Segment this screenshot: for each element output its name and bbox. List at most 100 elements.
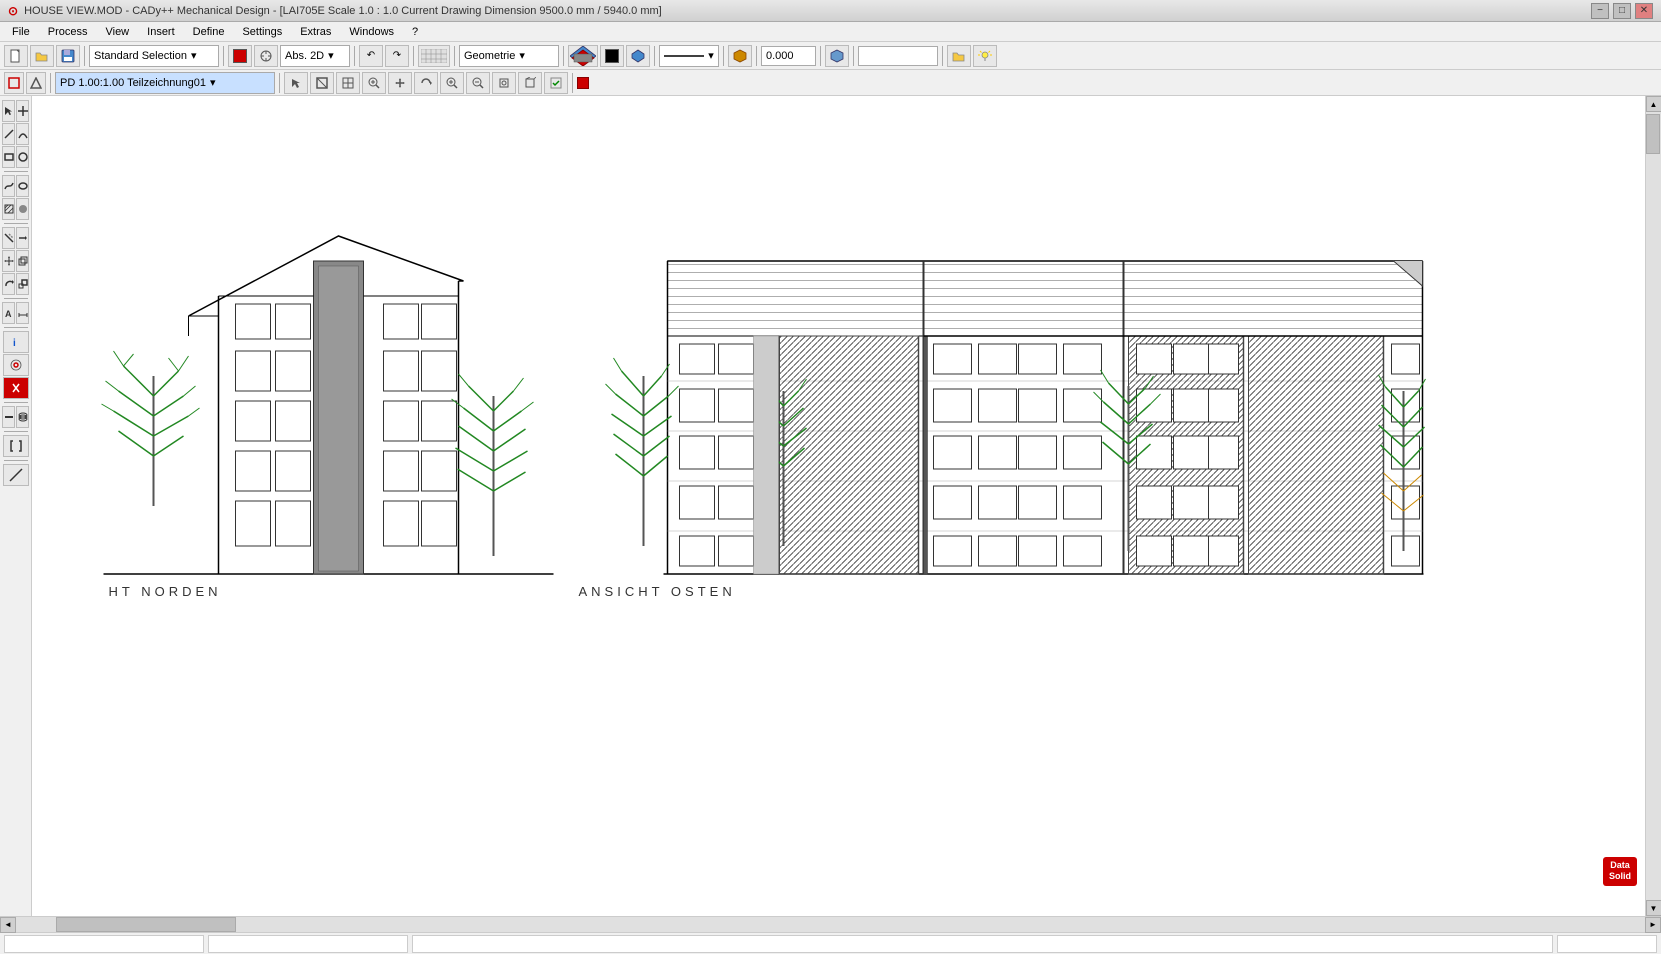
scroll-up-button[interactable]: ▲ — [1646, 96, 1661, 112]
right-scrollbar[interactable]: ▲ ▼ — [1645, 96, 1661, 916]
svg-text:A: A — [5, 309, 12, 318]
redo-button[interactable]: ↷ — [385, 45, 409, 67]
drawing-dropdown[interactable]: PD 1.00:1.00 Teilzeichnung01 ▾ — [55, 72, 275, 94]
cross-tool[interactable] — [336, 72, 360, 94]
menu-process[interactable]: Process — [40, 24, 96, 40]
select-cross-tool[interactable] — [16, 100, 29, 122]
bracket-tool[interactable] — [3, 435, 29, 457]
new-button[interactable] — [4, 45, 28, 67]
rotate-view[interactable] — [414, 72, 438, 94]
title-bar: ⊙ HOUSE VIEW.MOD - CADy++ Mechanical Des… — [0, 0, 1661, 22]
snap-button[interactable] — [254, 45, 278, 67]
3d-view-button[interactable] — [825, 45, 849, 67]
info-tool[interactable]: i — [3, 331, 29, 353]
snap-toggle[interactable] — [544, 72, 568, 94]
menu-extras[interactable]: Extras — [292, 24, 339, 40]
drawing-label: PD 1.00:1.00 Teilzeichnung01 — [60, 77, 206, 89]
dim-tool[interactable] — [16, 302, 29, 324]
selection-mode-dropdown[interactable]: Standard Selection ▾ — [89, 45, 219, 67]
shape-3d-button[interactable] — [626, 45, 650, 67]
line-style-tool[interactable] — [2, 406, 15, 428]
delete-tool[interactable] — [3, 377, 29, 399]
grid-button[interactable] — [418, 45, 450, 67]
tb2-end-button[interactable] — [577, 77, 589, 89]
arc-draw-tool[interactable] — [16, 123, 29, 145]
undo-button[interactable]: ↶ — [359, 45, 383, 67]
tb2-icon1[interactable] — [4, 72, 24, 94]
diagonal-tool[interactable] — [3, 464, 29, 486]
folder-button[interactable] — [947, 45, 971, 67]
scroll-track-horizontal[interactable] — [16, 917, 1645, 932]
selection-mode-label: Standard Selection — [94, 50, 187, 62]
view-3d[interactable] — [518, 72, 542, 94]
canvas-area[interactable]: HT NORDEN — [32, 96, 1645, 916]
line-width-input[interactable] — [761, 46, 816, 66]
select-arrow-tool[interactable] — [2, 100, 15, 122]
sep-tb2b — [279, 73, 280, 93]
lt-sep6 — [4, 431, 28, 432]
sep12 — [942, 46, 943, 66]
zoom-window[interactable] — [362, 72, 386, 94]
minimize-button[interactable]: − — [1591, 3, 1609, 19]
line-style-dropdown[interactable]: ▾ — [659, 45, 719, 67]
move-tool[interactable] — [2, 250, 15, 272]
layer-tool[interactable] — [16, 406, 29, 428]
sep9 — [756, 46, 757, 66]
snap-settings-tool[interactable] — [3, 354, 29, 376]
trim-tool[interactable] — [2, 227, 15, 249]
layer-dropdown[interactable]: Geometrie ▾ — [459, 45, 559, 67]
text-tool[interactable]: A — [2, 302, 15, 324]
menu-help[interactable]: ? — [404, 24, 426, 40]
light-button[interactable] — [973, 45, 997, 67]
status-bar — [0, 932, 1661, 954]
sep-tb2 — [50, 73, 51, 93]
save-button[interactable] — [56, 45, 80, 67]
select-tool[interactable] — [310, 72, 334, 94]
maximize-button[interactable]: □ — [1613, 3, 1631, 19]
zoom-in[interactable] — [440, 72, 464, 94]
open-button[interactable] — [30, 45, 54, 67]
color-stack-button[interactable] — [568, 45, 598, 67]
scroll-track-vertical[interactable] — [1646, 112, 1661, 900]
menu-file[interactable]: File — [4, 24, 38, 40]
bottom-scrollbar[interactable]: ◄ ► — [0, 916, 1661, 932]
menu-settings[interactable]: Settings — [234, 24, 290, 40]
black-color-button[interactable] — [600, 45, 624, 67]
rotate-tool[interactable] — [2, 273, 15, 295]
fill-tool[interactable] — [16, 198, 29, 220]
line-draw-tool[interactable] — [2, 123, 15, 145]
scroll-thumb-vertical[interactable] — [1646, 114, 1660, 154]
extend-tool[interactable] — [16, 227, 29, 249]
pan-tool[interactable] — [388, 72, 412, 94]
color-swatch[interactable] — [858, 46, 938, 66]
sep8 — [723, 46, 724, 66]
coord-mode-dropdown[interactable]: Abs. 2D ▾ — [280, 45, 350, 67]
circle-tool[interactable] — [16, 146, 29, 168]
ellipse-tool[interactable] — [16, 175, 29, 197]
material-button[interactable] — [728, 45, 752, 67]
scroll-right-button[interactable]: ► — [1645, 917, 1661, 933]
rect-tool[interactable] — [2, 146, 15, 168]
zoom-extent[interactable] — [492, 72, 516, 94]
pointer-tool[interactable] — [284, 72, 308, 94]
scroll-down-button[interactable]: ▼ — [1646, 900, 1661, 916]
scale-tool[interactable] — [16, 273, 29, 295]
left-toolbar: A i — [0, 96, 32, 916]
hatch-tool[interactable] — [2, 198, 15, 220]
scroll-thumb-horizontal[interactable] — [56, 917, 236, 932]
copy-tool[interactable] — [16, 250, 29, 272]
scroll-left-button[interactable]: ◄ — [0, 917, 16, 933]
cad-drawing: HT NORDEN — [32, 96, 1645, 916]
zoom-out[interactable] — [466, 72, 490, 94]
tb2-icon2[interactable] — [26, 72, 46, 94]
menu-windows[interactable]: Windows — [341, 24, 402, 40]
close-button[interactable]: ✕ — [1635, 3, 1653, 19]
menu-define[interactable]: Define — [185, 24, 233, 40]
svg-text:ANSICHT OSTEN: ANSICHT OSTEN — [579, 584, 736, 599]
menu-bar: File Process View Insert Define Settings… — [0, 22, 1661, 42]
menu-view[interactable]: View — [97, 24, 137, 40]
menu-insert[interactable]: Insert — [139, 24, 183, 40]
toolbar2: PD 1.00:1.00 Teilzeichnung01 ▾ — [0, 70, 1661, 96]
color-select-button[interactable] — [228, 45, 252, 67]
spline-tool[interactable] — [2, 175, 15, 197]
